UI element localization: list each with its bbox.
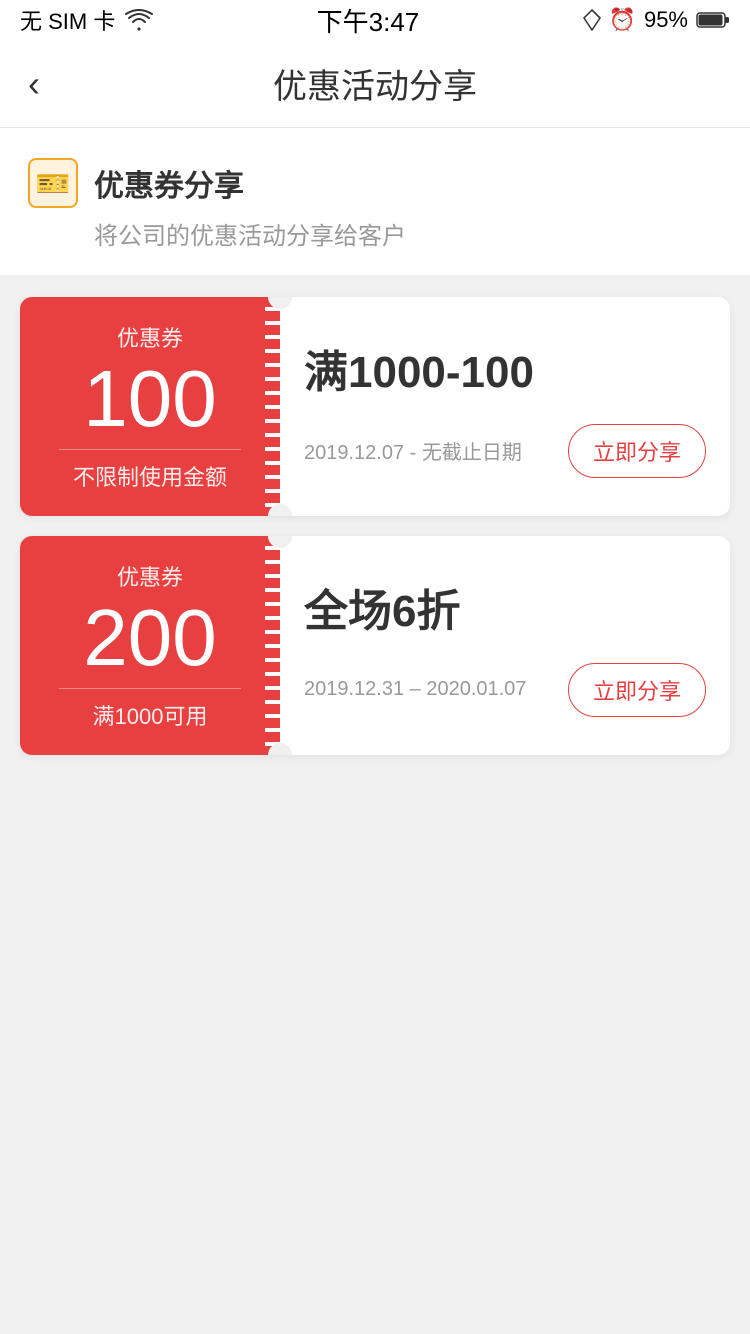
coupon-left-1: 优惠券 200 满1000可用 (20, 536, 280, 755)
page-title: 优惠活动分享 (273, 59, 477, 108)
share-button-1[interactable]: 立即分享 (568, 663, 706, 717)
section-title: 优惠券分享 (94, 161, 244, 205)
coupon-condition-1: 满1000可用 (93, 699, 208, 731)
coupon-right-0: 满1000-100 2019.12.07 - 无截止日期 立即分享 (280, 297, 730, 516)
coupon-name-0: 满1000-100 (304, 336, 706, 400)
coupon-card: 优惠券 200 满1000可用 全场6折 2019.12.31 – 2020.0… (20, 536, 730, 755)
status-right: ⏰ 95% (583, 7, 730, 33)
coupon-left-0: 优惠券 100 不限制使用金额 (20, 297, 280, 516)
section-header: 🎫 优惠券分享 将公司的优惠活动分享给客户 (0, 128, 750, 275)
status-time: 下午3:47 (317, 2, 420, 39)
carrier-text: 无 SIM 卡 (20, 4, 115, 36)
wifi-icon (125, 9, 153, 31)
coupon-value-0: 100 (83, 359, 216, 439)
battery-text: 95% (644, 7, 688, 33)
coupon-type-1: 优惠券 (117, 560, 183, 592)
coupon-date-0: 2019.12.07 - 无截止日期 (304, 436, 522, 465)
status-left: 无 SIM 卡 (20, 4, 153, 36)
coupon-right-1: 全场6折 2019.12.31 – 2020.01.07 立即分享 (280, 536, 730, 755)
share-button-0[interactable]: 立即分享 (568, 424, 706, 478)
status-bar: 无 SIM 卡 下午3:47 ⏰ 95% (0, 0, 750, 40)
battery-icon (696, 11, 730, 29)
location-icon (583, 9, 601, 31)
coupon-condition-0: 不限制使用金额 (73, 460, 227, 492)
nav-bar: ‹ 优惠活动分享 (0, 40, 750, 128)
back-button[interactable]: ‹ (28, 63, 40, 105)
coupon-card: 优惠券 100 不限制使用金额 满1000-100 2019.12.07 - 无… (20, 297, 730, 516)
coupon-type-0: 优惠券 (117, 321, 183, 353)
section-icon: 🎫 (28, 158, 78, 208)
empty-space (0, 775, 750, 1275)
alarm-icon: ⏰ (609, 7, 636, 33)
coupon-date-1: 2019.12.31 – 2020.01.07 (304, 678, 526, 701)
coupon-value-1: 200 (83, 598, 216, 678)
coupon-list: 优惠券 100 不限制使用金额 满1000-100 2019.12.07 - 无… (0, 277, 750, 755)
coupon-name-1: 全场6折 (304, 575, 706, 639)
section-desc: 将公司的优惠活动分享给客户 (94, 216, 722, 251)
